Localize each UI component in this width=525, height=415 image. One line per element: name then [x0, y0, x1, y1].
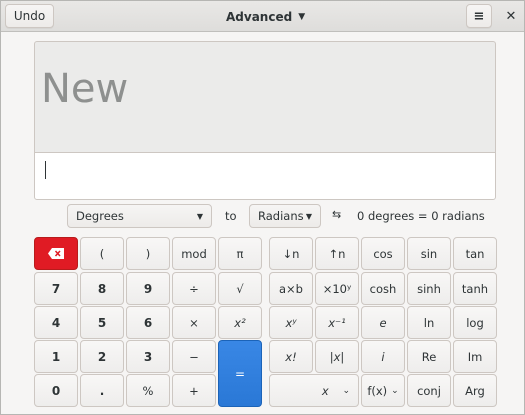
variable-dropdown[interactable]: x ⌄: [269, 374, 359, 407]
digit-8-button[interactable]: 8: [80, 272, 124, 305]
ln-button[interactable]: ln: [407, 306, 451, 339]
subscript-button[interactable]: ↓n: [269, 237, 313, 270]
text-caret: [45, 161, 46, 179]
to-unit-dropdown[interactable]: Radians ▼: [249, 204, 321, 228]
scientific-exponent-button[interactable]: ×10ʸ: [315, 272, 359, 305]
plus-button[interactable]: +: [172, 374, 216, 407]
digit-9-button[interactable]: 9: [126, 272, 170, 305]
mode-label: Advanced: [226, 10, 293, 24]
backspace-icon: [48, 248, 64, 259]
hamburger-menu-button[interactable]: ≡: [466, 4, 492, 28]
multiply-button[interactable]: ×: [172, 306, 216, 339]
backspace-button[interactable]: [34, 237, 78, 270]
to-unit-label: Radians: [258, 209, 304, 223]
chevron-down-icon: ▼: [298, 12, 306, 22]
decimal-point-button[interactable]: .: [80, 374, 124, 407]
digit-3-button[interactable]: 3: [126, 340, 170, 373]
sinh-button[interactable]: sinh: [407, 272, 451, 305]
mode-selector[interactable]: Advanced ▼: [226, 8, 305, 26]
dropdown-arrow-icon: ▼: [196, 211, 203, 221]
sin-button[interactable]: sin: [407, 237, 451, 270]
absolute-value-button[interactable]: |x|: [315, 340, 359, 373]
digit-6-button[interactable]: 6: [126, 306, 170, 339]
power-button[interactable]: xʸ: [269, 306, 313, 339]
digit-1-button[interactable]: 1: [34, 340, 78, 373]
square-button[interactable]: x²: [218, 306, 262, 339]
inverse-button[interactable]: x⁻¹: [315, 306, 359, 339]
digit-7-button[interactable]: 7: [34, 272, 78, 305]
variable-label: x: [321, 383, 329, 398]
digit-5-button[interactable]: 5: [80, 306, 124, 339]
expression-input[interactable]: [34, 152, 496, 200]
superscript-button[interactable]: ↑n: [315, 237, 359, 270]
imaginary-button[interactable]: i: [361, 340, 405, 373]
chevron-down-icon: ⌄: [391, 385, 399, 396]
from-unit-label: Degrees: [76, 209, 124, 223]
euler-e-button[interactable]: e: [361, 306, 405, 339]
open-paren-button[interactable]: (: [80, 237, 124, 270]
multiply-exponent-button[interactable]: a×b: [269, 272, 313, 305]
close-paren-button[interactable]: ): [126, 237, 170, 270]
equals-button[interactable]: =: [218, 340, 262, 407]
pi-button[interactable]: π: [218, 237, 262, 270]
result-display: New: [34, 41, 496, 153]
undo-button[interactable]: Undo: [5, 4, 54, 28]
log-button[interactable]: log: [453, 306, 497, 339]
function-label: f(x): [367, 383, 388, 398]
from-unit-dropdown[interactable]: Degrees ▼: [67, 204, 212, 228]
close-button[interactable]: ✕: [501, 6, 521, 26]
close-icon: ✕: [505, 8, 517, 24]
display-text: New: [41, 66, 129, 112]
mod-button[interactable]: mod: [172, 237, 216, 270]
chevron-down-icon: ⌄: [342, 385, 350, 396]
sqrt-button[interactable]: √: [218, 272, 262, 305]
tan-button[interactable]: tan: [453, 237, 497, 270]
swap-arrows-icon[interactable]: ⇆: [332, 208, 341, 221]
factorial-button[interactable]: x!: [269, 340, 313, 373]
digit-0-button[interactable]: 0: [34, 374, 78, 407]
function-dropdown[interactable]: f(x) ⌄: [361, 374, 405, 407]
cos-button[interactable]: cos: [361, 237, 405, 270]
conj-button[interactable]: conj: [407, 374, 451, 407]
tanh-button[interactable]: tanh: [453, 272, 497, 305]
divide-button[interactable]: ÷: [172, 272, 216, 305]
real-part-button[interactable]: Re: [407, 340, 451, 373]
digit-2-button[interactable]: 2: [80, 340, 124, 373]
conversion-result: 0 degrees = 0 radians: [357, 209, 485, 223]
arg-button[interactable]: Arg: [453, 374, 497, 407]
minus-button[interactable]: −: [172, 340, 216, 373]
hamburger-menu-icon: ≡: [473, 8, 485, 24]
to-label: to: [225, 209, 237, 223]
cosh-button[interactable]: cosh: [361, 272, 405, 305]
imaginary-part-button[interactable]: Im: [453, 340, 497, 373]
dropdown-arrow-icon: ▼: [305, 211, 312, 221]
digit-4-button[interactable]: 4: [34, 306, 78, 339]
percent-button[interactable]: %: [126, 374, 170, 407]
